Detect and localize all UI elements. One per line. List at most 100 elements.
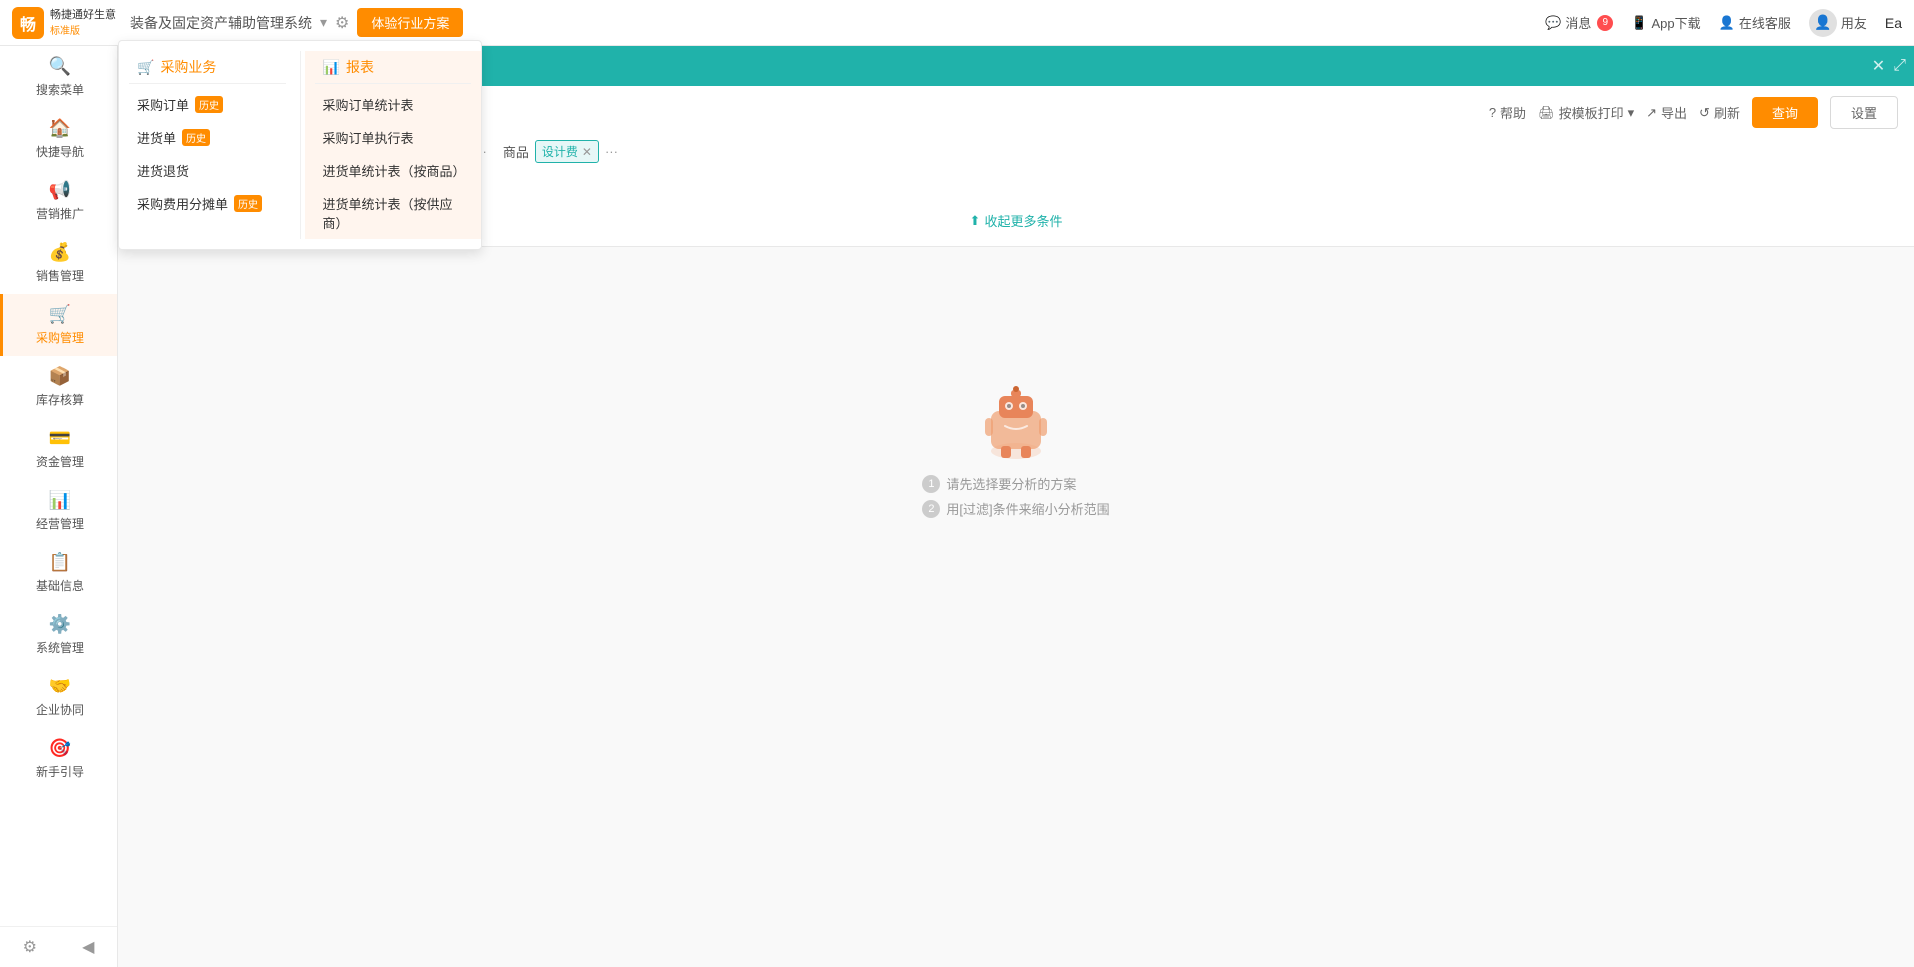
settings-bottom-icon[interactable]: ⚙ [23, 937, 37, 957]
dropdown-purchase-col: 🛒 采购业务 采购订单 历史 进货单 历史 进货退货 采购费用分摊单 历史 [119, 51, 296, 239]
system-icon: ⚙️ [49, 614, 71, 635]
goods-dots[interactable]: ··· [605, 144, 618, 159]
tip-num-1: 1 [922, 475, 940, 493]
logo-title: 畅捷通好生意 [50, 8, 116, 22]
logo-icon: 畅 [12, 7, 44, 39]
goods-receipt-history: 历史 [182, 129, 210, 146]
guide-icon: 🎯 [49, 738, 71, 759]
logo-area: 畅 畅捷通好生意 标准版 [12, 7, 130, 39]
dropdown-report-col: 📊 报表 采购订单统计表 采购订单执行表 进货单统计表（按商品） 进货单统计表（… [305, 51, 482, 239]
print-icon: 🖨 [1538, 105, 1555, 121]
basic-info-icon: 📋 [49, 552, 71, 573]
operations-icon: 📊 [49, 490, 71, 511]
empty-tips: 1 请先选择要分析的方案 2 用[过滤]条件来缩小分析范围 [922, 474, 1109, 518]
goods-filter: 商品 设计费 ✕ ··· [503, 140, 618, 163]
report-col-title: 📊 报表 [315, 51, 472, 84]
online-service-button[interactable]: 👤 在线客服 [1719, 13, 1791, 32]
industry-button[interactable]: 体验行业方案 [357, 8, 463, 37]
help-button[interactable]: ? 帮助 [1489, 103, 1526, 122]
report-4-label: 进货单统计表（按供应商） [323, 194, 464, 232]
dropdown-item-goods-return[interactable]: 进货退货 [129, 154, 286, 187]
tab-maximize-icon[interactable]: ⤢ [1893, 57, 1906, 75]
goods-return-label: 进货退货 [137, 161, 189, 180]
purchase-col-title: 🛒 采购业务 [129, 51, 286, 84]
dropdown-item-report-1[interactable]: 采购订单统计表 [315, 88, 472, 121]
messages-button[interactable]: 💬 消息 9 [1545, 13, 1613, 32]
goods-tag-remove[interactable]: ✕ [582, 145, 592, 159]
sidebar-label-marketing: 营销推广 [36, 205, 84, 222]
goods-label: 商品 [503, 142, 529, 161]
export-icon: ↗ [1646, 105, 1657, 121]
sidebar-item-cooperation[interactable]: 🤝 企业协同 [0, 666, 117, 728]
user-button[interactable]: 👤 用友 [1809, 9, 1867, 37]
tab-close-page-icon[interactable]: ✕ [1872, 56, 1885, 76]
sidebar-label-sales: 销售管理 [36, 267, 84, 284]
report-col-title-text: 报表 [346, 57, 374, 77]
sidebar-label-nav: 快捷导航 [36, 143, 84, 160]
collapse-sidebar-icon[interactable]: ◀ [82, 937, 94, 957]
sidebar-item-marketing[interactable]: 📢 营销推广 [0, 170, 117, 232]
report-3-label: 进货单统计表（按商品） [323, 161, 464, 180]
sidebar-label-guide: 新手引导 [36, 763, 84, 780]
empty-illustration [971, 376, 1061, 466]
sidebar-item-finance[interactable]: 💳 资金管理 [0, 418, 117, 480]
purchase-col-title-text: 采购业务 [160, 57, 216, 77]
dropdown-item-report-3[interactable]: 进货单统计表（按商品） [315, 154, 472, 187]
title-dropdown-arrow[interactable]: ▾ [320, 14, 327, 31]
refresh-label: 刷新 [1714, 103, 1740, 122]
report-2-label: 采购订单执行表 [323, 128, 414, 147]
sidebar-label-purchase: 采购管理 [36, 329, 84, 346]
report-col-icon: 📊 [323, 59, 340, 76]
sidebar-label-cooperation: 企业协同 [36, 701, 84, 718]
logo-badge: 标准版 [50, 22, 116, 37]
sidebar-item-system[interactable]: ⚙️ 系统管理 [0, 604, 117, 666]
print-arrow: ▾ [1628, 105, 1635, 121]
dropdown-item-report-4[interactable]: 进货单统计表（按供应商） [315, 187, 472, 239]
refresh-icon: ↺ [1699, 105, 1710, 121]
sidebar-item-inventory[interactable]: 📦 库存核算 [0, 356, 117, 418]
help-icon: ? [1489, 105, 1496, 120]
settings-button[interactable]: 设置 [1830, 96, 1898, 129]
online-service-label: 在线客服 [1739, 13, 1791, 32]
sidebar-item-basic-info[interactable]: 📋 基础信息 [0, 542, 117, 604]
sidebar-item-sales[interactable]: 💰 销售管理 [0, 232, 117, 294]
messages-label: 消息 [1565, 13, 1591, 32]
sidebar-item-guide[interactable]: 🎯 新手引导 [0, 728, 117, 790]
sidebar-item-purchase[interactable]: 🛒 采购管理 [0, 294, 117, 356]
print-button[interactable]: 🖨 按模板打印 ▾ [1538, 103, 1634, 122]
home-icon: 🏠 [49, 118, 71, 139]
collapse-label: 收起更多条件 [984, 211, 1062, 230]
sidebar-label-finance: 资金管理 [36, 453, 84, 470]
sidebar-item-search[interactable]: 🔍 搜索菜单 [0, 46, 117, 108]
purchase-expense-label: 采购费用分摊单 [137, 194, 228, 213]
sidebar-item-navigation[interactable]: 🏠 快捷导航 [0, 108, 117, 170]
sidebar-label-inventory: 库存核算 [36, 391, 84, 408]
dropdown-item-goods-receipt[interactable]: 进货单 历史 [129, 121, 286, 154]
app-download-label: App下载 [1652, 13, 1701, 32]
purchase-order-label: 采购订单 [137, 95, 189, 114]
sidebar: 🔍 搜索菜单 🏠 快捷导航 📢 营销推广 💰 销售管理 🛒 采购管理 📦 库存核… [0, 46, 118, 967]
dropdown-menu: 🛒 采购业务 采购订单 历史 进货单 历史 进货退货 采购费用分摊单 历史 [118, 40, 482, 250]
goods-tag-text: 设计费 [542, 143, 578, 160]
dropdown-item-report-2[interactable]: 采购订单执行表 [315, 121, 472, 154]
export-label: 导出 [1661, 103, 1687, 122]
tab-bar-right: ✕ ⤢ [1872, 56, 1914, 76]
dropdown-item-purchase-expense[interactable]: 采购费用分摊单 历史 [129, 187, 286, 220]
empty-tip-1: 1 请先选择要分析的方案 [922, 474, 1109, 493]
header-right: 💬 消息 9 📱 App下载 👤 在线客服 👤 用友 Ea [1545, 9, 1902, 37]
title-gear-icon[interactable]: ⚙ [335, 13, 349, 33]
system-title-text: 装备及固定资产辅助管理系统 [130, 13, 312, 33]
message-icon: 💬 [1545, 15, 1561, 31]
user-avatar: 👤 [1809, 9, 1837, 37]
goods-receipt-label: 进货单 [137, 128, 176, 147]
sidebar-item-operations[interactable]: 📊 经营管理 [0, 480, 117, 542]
logo-text: 畅捷通好生意 标准版 [50, 8, 116, 37]
app-download-button[interactable]: 📱 App下载 [1631, 13, 1700, 32]
dropdown-item-purchase-order[interactable]: 采购订单 历史 [129, 88, 286, 121]
cooperation-icon: 🤝 [49, 676, 71, 697]
query-button[interactable]: 查询 [1752, 97, 1818, 128]
finance-icon: 💳 [49, 428, 71, 449]
export-button[interactable]: ↗ 导出 [1646, 103, 1687, 122]
purchase-expense-history: 历史 [234, 195, 262, 212]
refresh-button[interactable]: ↺ 刷新 [1699, 103, 1740, 122]
